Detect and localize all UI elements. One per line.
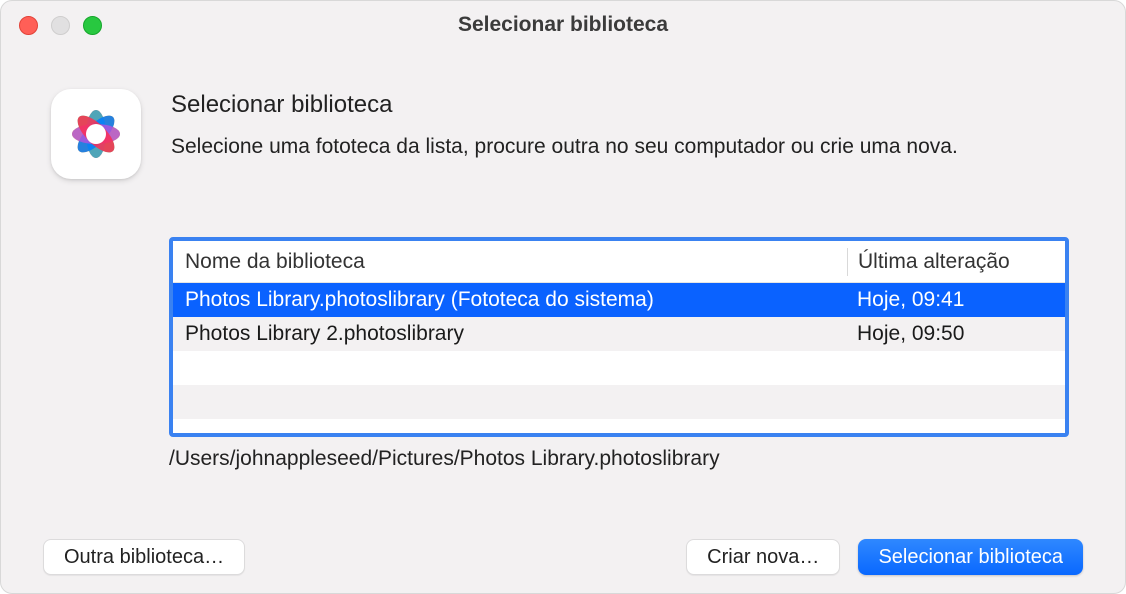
column-header-modified[interactable]: Última alteração: [847, 248, 1065, 276]
table-row-empty: [173, 385, 1065, 419]
dialog-subtitle: Selecione uma fototeca da lista, procure…: [171, 135, 958, 159]
select-library-button[interactable]: Selecionar biblioteca: [858, 539, 1083, 575]
content-area: Selecionar biblioteca Selecione uma foto…: [1, 49, 1125, 593]
library-path: /Users/johnappleseed/Pictures/Photos Lib…: [169, 447, 1075, 471]
cell-name: Photos Library 2.photoslibrary: [173, 322, 847, 346]
library-table[interactable]: Nome da biblioteca Última alteração Phot…: [169, 237, 1069, 437]
dialog-title: Selecionar biblioteca: [171, 91, 958, 119]
table-body: Photos Library.photoslibrary (Fototeca d…: [173, 283, 1065, 419]
other-library-button[interactable]: Outra biblioteca…: [43, 539, 245, 575]
traffic-lights: [19, 16, 102, 35]
photos-app-icon: [51, 89, 141, 179]
header-text: Selecionar biblioteca Selecione uma foto…: [171, 89, 958, 159]
dialog-window: Selecionar biblioteca: [0, 0, 1126, 594]
cell-modified: Hoje, 09:41: [847, 288, 1065, 312]
table-row[interactable]: Photos Library 2.photoslibrary Hoje, 09:…: [173, 317, 1065, 351]
cell-name: Photos Library.photoslibrary (Fototeca d…: [173, 288, 847, 312]
table-header: Nome da biblioteca Última alteração: [173, 241, 1065, 283]
button-bar: Outra biblioteca… Criar nova… Selecionar…: [43, 539, 1083, 575]
close-button[interactable]: [19, 16, 38, 35]
zoom-button[interactable]: [83, 16, 102, 35]
table-row-empty: [173, 351, 1065, 385]
table-row[interactable]: Photos Library.photoslibrary (Fototeca d…: [173, 283, 1065, 317]
header-row: Selecionar biblioteca Selecione uma foto…: [51, 89, 1075, 179]
minimize-button: [51, 16, 70, 35]
create-new-button[interactable]: Criar nova…: [686, 539, 840, 575]
titlebar: Selecionar biblioteca: [1, 1, 1125, 49]
column-header-name[interactable]: Nome da biblioteca: [173, 250, 847, 274]
window-title: Selecionar biblioteca: [1, 13, 1125, 37]
cell-modified: Hoje, 09:50: [847, 322, 1065, 346]
